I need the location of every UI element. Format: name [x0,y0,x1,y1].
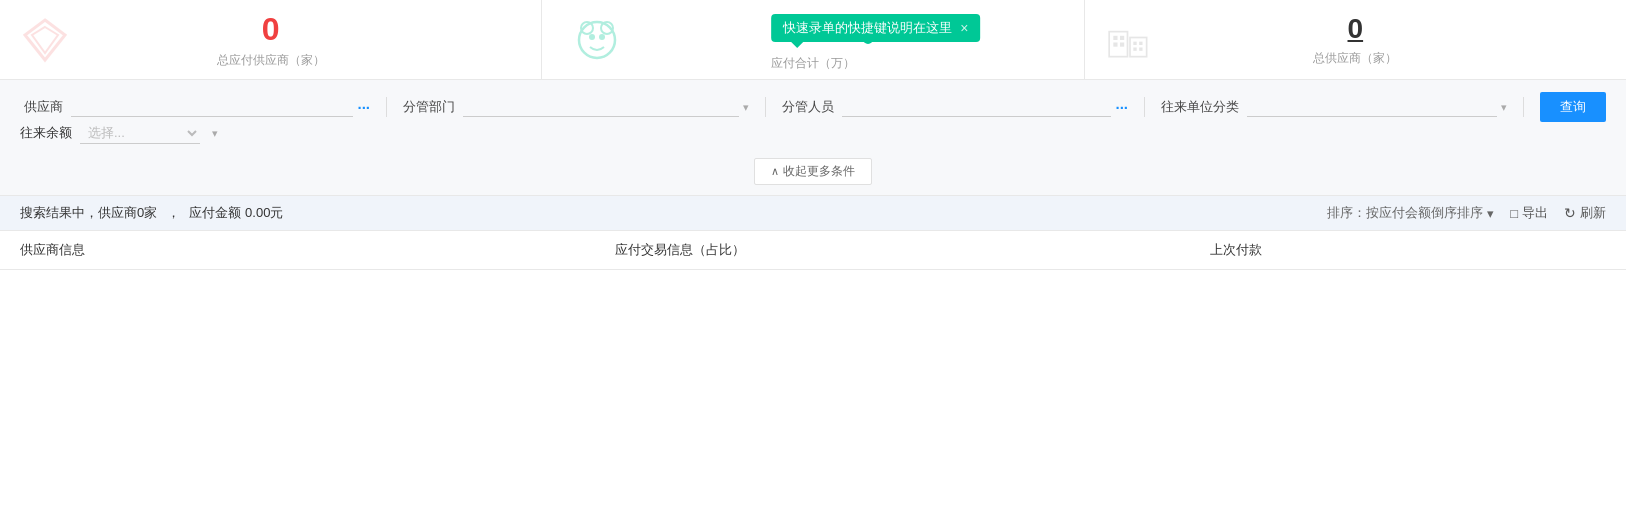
diamond-logo-icon [20,15,70,65]
results-amount: 应付金额 0.00元 [189,205,283,220]
sort-label: 排序：按应付会额倒序排序 [1327,204,1483,222]
unit-category-label: 往来单位分类 [1161,98,1239,116]
tooltip-text: 快速录单的快捷键说明在这里 [783,19,952,37]
refresh-button[interactable]: ↻ 刷新 [1564,204,1606,222]
buildings-icon [1105,15,1155,65]
sort-selector[interactable]: 排序：按应付会额倒序排序 ▾ [1327,204,1494,222]
collapse-label: 收起更多条件 [783,163,855,180]
unit-category-input[interactable] [1247,97,1497,117]
results-summary: 搜索结果中，供应商0家 ， 应付金额 0.00元 [20,204,283,222]
bear-icon [572,15,622,65]
svg-rect-10 [1113,42,1117,46]
department-input[interactable] [463,97,739,117]
filter-row-2: 往来余额 选择... ▾ [20,122,1606,144]
collapse-bar: ∧ 收起更多条件 [20,154,1606,195]
total-payable-value: 0 [217,10,325,48]
collapse-chevron-icon: ∧ [771,165,779,178]
department-label: 分管部门 [403,98,455,116]
svg-rect-11 [1120,42,1124,46]
manager-dots[interactable]: ··· [1115,99,1128,116]
total-suppliers-value: 0 [1313,12,1397,46]
stat-payable-total: 0.00 应付合计（万） 快速录单的快捷键说明在这里 × [542,0,1084,79]
balance-label: 往来余额 [20,124,72,142]
manager-label: 分管人员 [782,98,834,116]
svg-rect-9 [1120,35,1124,39]
export-label: 导出 [1522,204,1548,222]
balance-select[interactable]: 选择... [80,122,200,144]
export-icon: □ [1510,206,1518,221]
tooltip-close-btn[interactable]: × [960,20,968,36]
export-button[interactable]: □ 导出 [1510,204,1548,222]
results-text: 搜索结果中，供应商0家 [20,205,157,220]
svg-rect-8 [1113,35,1117,39]
empty-content-area [0,270,1626,515]
filter-row-1: 供应商 ··· 分管部门 ▾ 分管人员 ··· 往来单位分类 ▾ 查询 [20,92,1606,122]
stats-bar: 0 总应付供应商（家） 0.00 应付合计（万） 快速录单的快捷键说明在这里 × [0,0,1626,80]
filter-manager-section: 分管人员 ··· [766,97,1145,117]
svg-point-2 [579,22,615,58]
results-bar: 搜索结果中，供应商0家 ， 应付金额 0.00元 排序：按应付会额倒序排序 ▾ … [0,196,1626,231]
filter-unit-category-section: 往来单位分类 ▾ [1145,97,1524,117]
svg-rect-7 [1109,31,1127,56]
col-supplier-info: 供应商信息 [20,241,615,259]
supplier-input[interactable] [71,97,353,117]
unit-category-arrow[interactable]: ▾ [1501,101,1507,114]
results-actions: 排序：按应付会额倒序排序 ▾ □ 导出 ↻ 刷新 [1327,204,1606,222]
balance-arrow: ▾ [212,127,218,140]
svg-point-5 [589,34,595,40]
svg-rect-16 [1139,47,1142,50]
filter-department-section: 分管部门 ▾ [387,97,766,117]
svg-rect-13 [1133,41,1136,44]
sort-arrow-icon: ▾ [1487,206,1494,221]
tooltip-bubble: 快速录单的快捷键说明在这里 × [771,14,980,42]
refresh-label: 刷新 [1580,204,1606,222]
filter-supplier-section: 供应商 ··· [20,97,387,117]
query-button[interactable]: 查询 [1540,92,1606,122]
table-header: 供应商信息 应付交易信息（占比） 上次付款 [0,231,1626,270]
collapse-button[interactable]: ∧ 收起更多条件 [754,158,872,185]
results-separator: ， [167,205,180,220]
manager-input[interactable] [842,97,1111,117]
svg-rect-12 [1130,37,1147,56]
supplier-dots[interactable]: ··· [357,99,370,116]
total-suppliers-label: 总供应商（家） [1313,50,1397,67]
filters-bar: 供应商 ··· 分管部门 ▾ 分管人员 ··· 往来单位分类 ▾ 查询 往来余额 [0,80,1626,196]
stat-total-payable-suppliers: 0 总应付供应商（家） [0,0,542,79]
stat-total-suppliers: 0 总供应商（家） [1085,0,1626,79]
supplier-label: 供应商 [24,98,63,116]
refresh-icon: ↻ [1564,205,1576,221]
department-arrow[interactable]: ▾ [743,101,749,114]
query-btn-wrapper: 查询 [1524,92,1606,122]
col-last-payment: 上次付款 [1210,241,1607,259]
payable-total-label: 应付合计（万） [771,55,855,72]
total-payable-label: 总应付供应商（家） [217,52,325,69]
svg-rect-15 [1133,47,1136,50]
col-transaction-info: 应付交易信息（占比） [615,241,1210,259]
svg-point-6 [599,34,605,40]
svg-rect-14 [1139,41,1142,44]
